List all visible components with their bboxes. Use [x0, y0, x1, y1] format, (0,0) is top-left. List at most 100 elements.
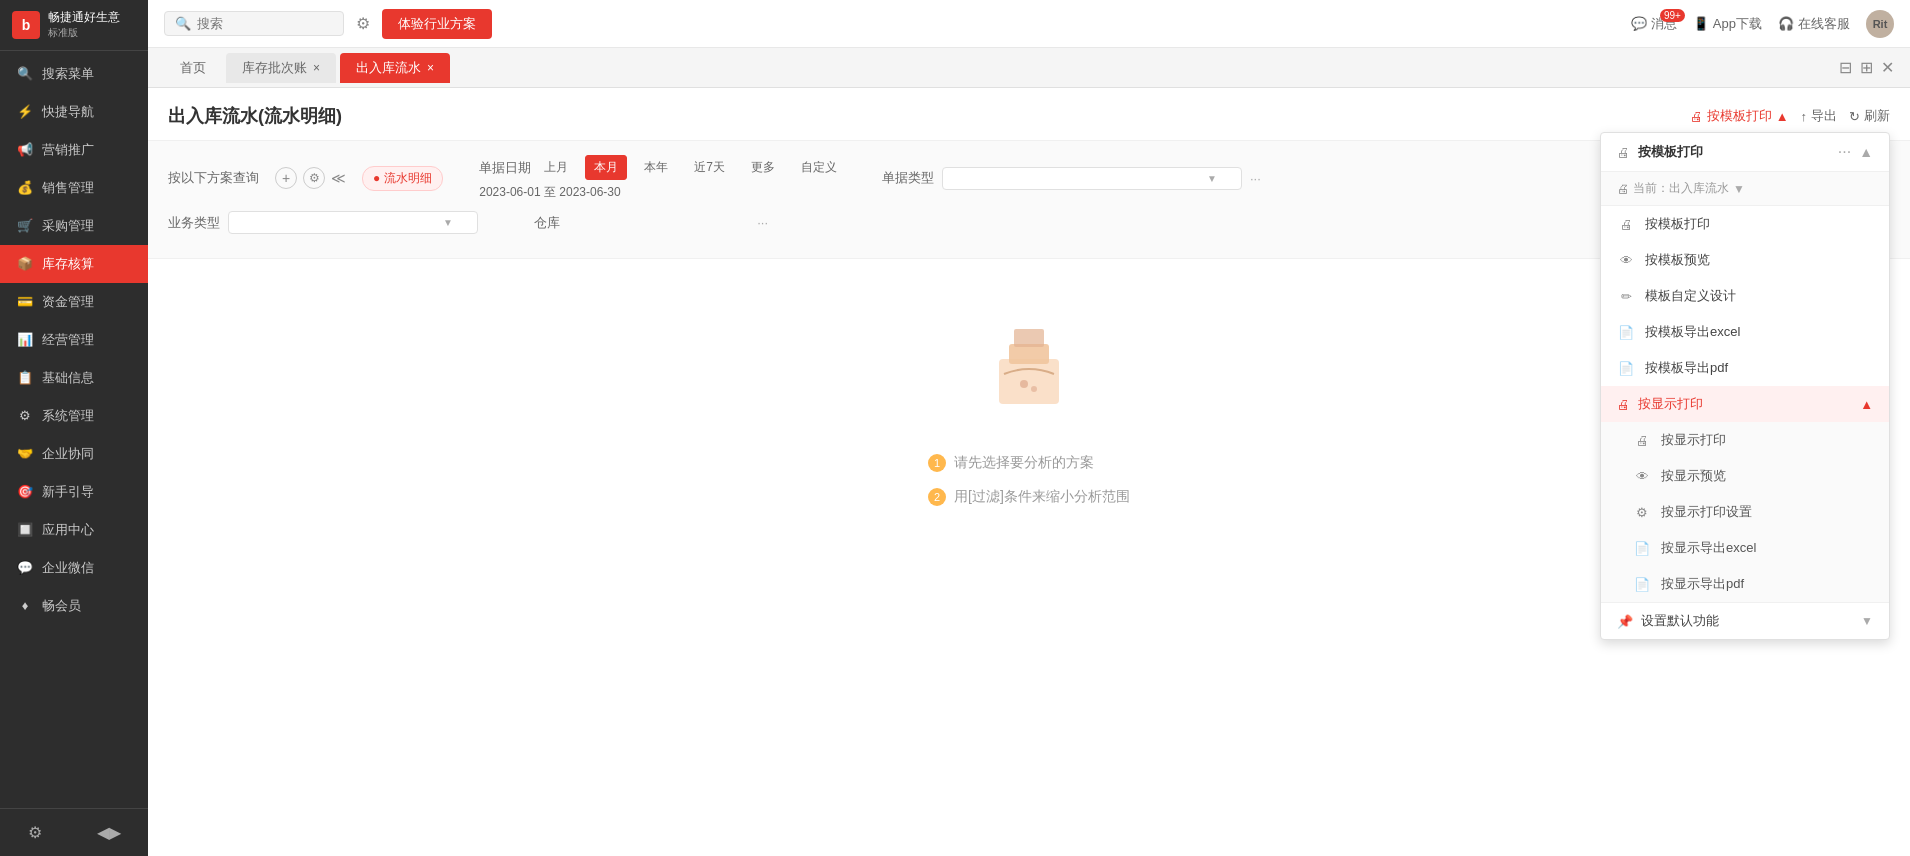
- sidebar-item-sales[interactable]: 💰 销售管理: [0, 169, 148, 207]
- dropdown-item-template-export-pdf[interactable]: 📄 按模板导出pdf: [1601, 350, 1889, 386]
- dropdown-item-set-default[interactable]: 📌 设置默认功能 ▼: [1601, 602, 1889, 639]
- settings-gear-icon[interactable]: ⚙: [356, 14, 370, 33]
- tab-batch-account[interactable]: 库存批次账 ×: [226, 53, 336, 83]
- headset-icon: 🎧: [1778, 16, 1794, 31]
- sidebar-item-basic-info[interactable]: 📋 基础信息: [0, 359, 148, 397]
- sidebar-item-search[interactable]: 🔍 搜索菜单: [0, 55, 148, 93]
- dropdown-more-icon[interactable]: ···: [1838, 143, 1851, 161]
- chevron-down-icon: ▼: [1733, 182, 1745, 196]
- message-badge[interactable]: 💬 消息 99+: [1631, 15, 1677, 33]
- dropdown-item-display-print[interactable]: 🖨 按显示打印: [1617, 422, 1889, 458]
- sidebar-item-finance[interactable]: 💳 资金管理: [0, 283, 148, 321]
- print-icon: 🖨: [1617, 217, 1635, 232]
- dropdown-item-display-export-excel[interactable]: 📄 按显示导出excel: [1617, 530, 1889, 566]
- page-content: 出入库流水(流水明细) 🖨 按模板打印 ▲ ↑ 导出 ↻ 刷新: [148, 88, 1910, 856]
- selected-filter-tag[interactable]: ● 流水明细: [362, 166, 443, 191]
- bell-icon: 💬: [1631, 16, 1647, 31]
- date-btn-this-month[interactable]: 本月: [585, 155, 627, 180]
- empty-tips: 1 请先选择要分析的方案 2 用[过滤]条件来缩小分析范围: [928, 454, 1130, 514]
- export-icon: ↑: [1801, 109, 1808, 124]
- sidebar-item-purchase[interactable]: 🛒 采购管理: [0, 207, 148, 245]
- maximize-icon[interactable]: ⊞: [1860, 58, 1873, 77]
- minimize-icon[interactable]: ⊟: [1839, 58, 1852, 77]
- dropdown-up-icon[interactable]: ▲: [1859, 144, 1873, 160]
- dropdown-item-template-customize[interactable]: ✏ 模板自定义设计: [1601, 278, 1889, 314]
- date-btn-this-year[interactable]: 本年: [635, 155, 677, 180]
- sidebar-item-operations[interactable]: 📊 经营管理: [0, 321, 148, 359]
- dropdown-template-header: 🖨 按模板打印 ··· ▲: [1601, 133, 1889, 172]
- empty-tip-1: 1 请先选择要分析的方案: [928, 454, 1130, 472]
- bill-type-label: 单据类型: [882, 169, 934, 187]
- close-window-icon[interactable]: ✕: [1881, 58, 1894, 77]
- sidebar-collapse-btn[interactable]: ◀▶: [91, 817, 127, 848]
- dropdown-item-display-export-pdf[interactable]: 📄 按显示导出pdf: [1617, 566, 1889, 602]
- sidebar-item-vip[interactable]: ♦ 畅会员: [0, 587, 148, 625]
- empty-tip-2: 2 用[过滤]条件来缩小分析范围: [928, 488, 1130, 506]
- sidebar: b 畅捷通好生意 标准版 🔍 搜索菜单 ⚡ 快捷导航 📢 营销推广 💰 销售管理…: [0, 0, 148, 856]
- design-icon: ✏: [1617, 289, 1635, 304]
- grid-icon: 🔲: [16, 522, 34, 537]
- search-input[interactable]: [197, 16, 317, 31]
- date-filter-buttons: 上月 本月 本年 近7天 更多 自定义: [535, 155, 846, 180]
- chevron-down-icon: ▼: [1207, 173, 1217, 184]
- dropdown-item-template-export-excel[interactable]: 📄 按模板导出excel: [1601, 314, 1889, 350]
- user-avatar[interactable]: Rit: [1866, 10, 1894, 38]
- sidebar-item-wechat[interactable]: 💬 企业微信: [0, 549, 148, 587]
- svg-point-4: [1031, 386, 1037, 392]
- dropdown-item-template-preview[interactable]: 👁 按模板预览: [1601, 242, 1889, 278]
- filter-settings-btn[interactable]: ⚙: [303, 167, 325, 189]
- date-filter-group: 单据日期 上月 本月 本年 近7天 更多 自定义 2023-06-01 至 20…: [479, 155, 846, 201]
- export-btn[interactable]: ↑ 导出: [1801, 107, 1838, 125]
- sidebar-item-marketing[interactable]: 📢 营销推广: [0, 131, 148, 169]
- solution-button[interactable]: 体验行业方案: [382, 9, 492, 39]
- warehouse-group: 仓库 ···: [534, 214, 768, 232]
- box-icon: 📦: [16, 256, 34, 271]
- tab-flow[interactable]: 出入库流水 ×: [340, 53, 450, 83]
- refresh-btn[interactable]: ↻ 刷新: [1849, 107, 1890, 125]
- chevron-down-icon: ▼: [443, 217, 453, 228]
- sidebar-settings-btn[interactable]: ⚙: [22, 817, 48, 848]
- dropdown-item-display-print-settings[interactable]: ⚙ 按显示打印设置: [1617, 494, 1889, 530]
- topbar-search-box[interactable]: 🔍: [164, 11, 344, 36]
- tab-home[interactable]: 首页: [164, 53, 222, 83]
- bill-type-select[interactable]: ▼: [942, 167, 1242, 190]
- dropdown-item-template-print[interactable]: 🖨 按模板打印: [1601, 206, 1889, 242]
- message-count: 99+: [1660, 9, 1685, 22]
- sidebar-item-guide[interactable]: 🎯 新手引导: [0, 473, 148, 511]
- brand-name: 畅捷通好生意: [48, 10, 120, 26]
- printer-icon: 🖨: [1617, 145, 1630, 160]
- warehouse-more-btn[interactable]: ···: [568, 215, 768, 230]
- date-btn-custom[interactable]: 自定义: [792, 155, 846, 180]
- more-options-icon[interactable]: ···: [1250, 171, 1261, 186]
- filter-add-btn[interactable]: +: [275, 167, 297, 189]
- sidebar-item-system[interactable]: ⚙ 系统管理: [0, 397, 148, 435]
- chevron-up-icon: ▲: [1860, 397, 1873, 412]
- dropdown-item-display-preview[interactable]: 👁 按显示预览: [1617, 458, 1889, 494]
- sidebar-item-enterprise[interactable]: 🤝 企业协同: [0, 435, 148, 473]
- pdf-icon: 📄: [1617, 361, 1635, 376]
- date-btn-7days[interactable]: 近7天: [685, 155, 734, 180]
- sidebar-nav: 🔍 搜索菜单 ⚡ 快捷导航 📢 营销推广 💰 销售管理 🛒 采购管理 📦 库存核…: [0, 51, 148, 808]
- tab-batch-account-close[interactable]: ×: [313, 61, 320, 75]
- date-btn-last-month[interactable]: 上月: [535, 155, 577, 180]
- dropdown-display-section-header[interactable]: 🖨 按显示打印 ▲: [1601, 386, 1889, 422]
- app-download-label: App下载: [1713, 15, 1762, 33]
- target-icon: 🎯: [16, 484, 34, 499]
- business-type-select[interactable]: ▼: [228, 211, 478, 234]
- sidebar-item-inventory[interactable]: 📦 库存核算: [0, 245, 148, 283]
- excel-icon: 📄: [1617, 325, 1635, 340]
- print-template-btn[interactable]: 🖨 按模板打印 ▲: [1690, 107, 1789, 125]
- print-icon: 🖨: [1633, 433, 1651, 448]
- sidebar-bottom: ⚙ ◀▶: [0, 808, 148, 856]
- excel-icon: 📄: [1633, 541, 1651, 556]
- date-btn-more[interactable]: 更多: [742, 155, 784, 180]
- sidebar-item-app-center[interactable]: 🔲 应用中心: [0, 511, 148, 549]
- tab-flow-close[interactable]: ×: [427, 61, 434, 75]
- filter-collapse-btn[interactable]: ≪: [331, 170, 346, 186]
- online-service-btn[interactable]: 🎧 在线客服: [1778, 15, 1850, 33]
- sidebar-item-quick-nav[interactable]: ⚡ 快捷导航: [0, 93, 148, 131]
- app-download-btn[interactable]: 📱 App下载: [1693, 15, 1762, 33]
- topbar-right: 💬 消息 99+ 📱 App下载 🎧 在线客服 Rit: [1631, 10, 1894, 38]
- topbar: 🔍 ⚙ 体验行业方案 💬 消息 99+ 📱 App下载 🎧 在线客服 Rit: [148, 0, 1910, 48]
- version-label: 标准版: [48, 26, 120, 40]
